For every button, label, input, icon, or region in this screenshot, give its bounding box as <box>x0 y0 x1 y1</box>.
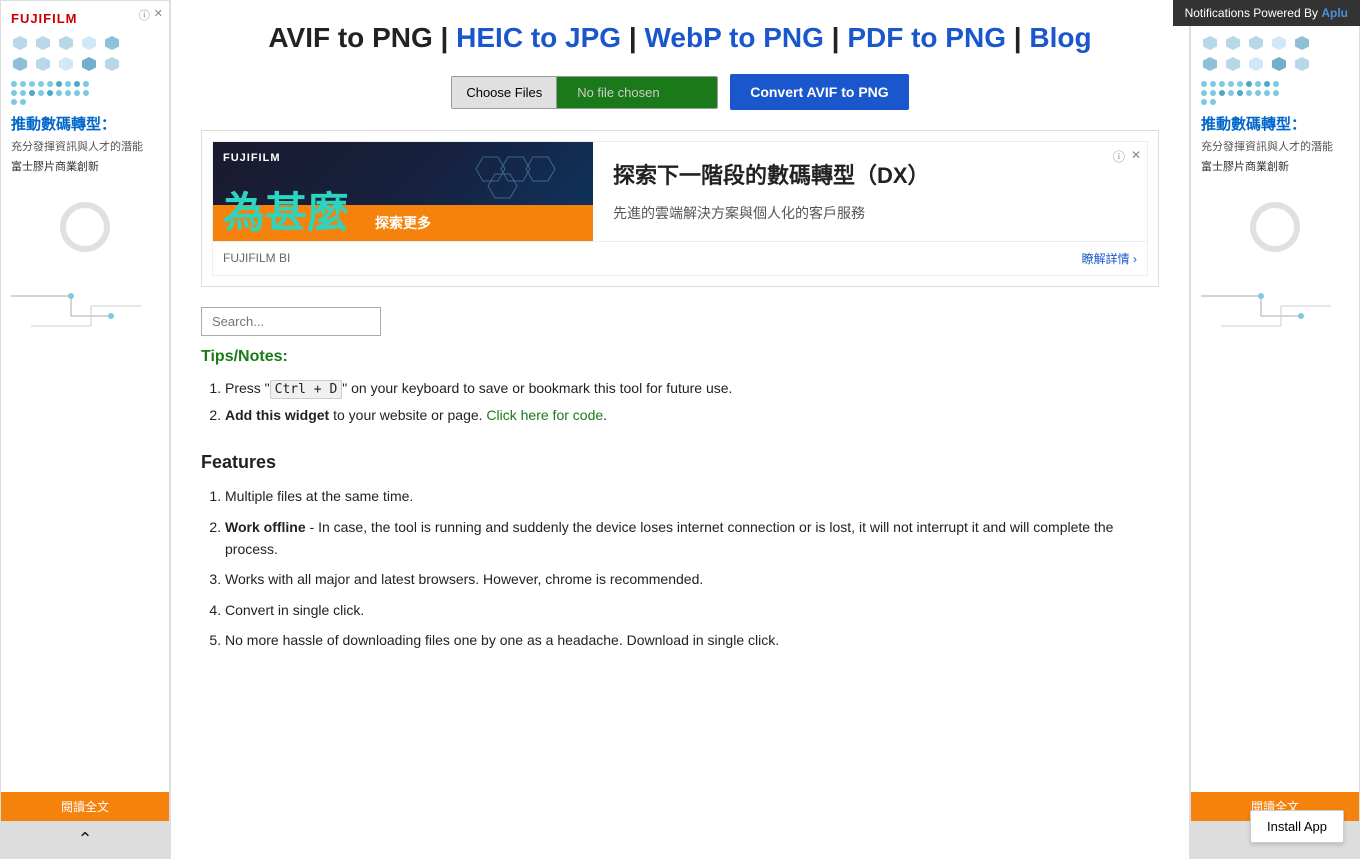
fuji-ad-logo: FUJIFILM <box>223 152 281 164</box>
left-scroll-up-button[interactable]: ⌃ <box>1 821 169 858</box>
tips-title: Tips/Notes: <box>201 348 1159 366</box>
right-ad-title: 推動數碼轉型： <box>1201 113 1306 134</box>
main-ad-controls: ⓘ ✕ <box>1113 148 1141 165</box>
fuji-ad-text-side: 探索下一階段的數碼轉型（DX） 先進的雲端解決方案與個人化的客戶服務 <box>593 142 1147 240</box>
right-ad-dot-decoration <box>1201 81 1281 105</box>
fuji-ad-company: FUJIFILM BI <box>223 251 290 265</box>
notification-bar: Notifications Powered By Aplu <box>1173 0 1360 26</box>
main-ad-banner: ⓘ ✕ FUJIFILM 為甚麼 富士膠片商業創新 <box>201 130 1159 286</box>
click-here-for-code-link[interactable]: Click here for code <box>486 407 603 423</box>
fuji-ad-headline: 探索下一階段的數碼轉型（DX） <box>613 158 1127 190</box>
file-input-wrapper: Choose Files No file chosen <box>451 76 718 109</box>
fuji-ad-big-text: 為甚麼 <box>223 192 349 234</box>
left-ad-subtitle: 充分發揮資訊與人才的潛能 <box>11 138 143 154</box>
search-input[interactable] <box>201 307 381 336</box>
right-ad-circuit-decoration <box>1201 276 1341 336</box>
search-area <box>201 307 1159 336</box>
tip-item-1: Press "Ctrl + D" on your keyboard to sav… <box>225 378 1159 400</box>
choose-files-button[interactable]: Choose Files <box>452 77 557 108</box>
tips-list: Press "Ctrl + D" on your keyboard to sav… <box>201 378 1159 433</box>
left-ad-hex-decoration <box>11 34 123 73</box>
main-ad-info-icon[interactable]: ⓘ <box>1113 148 1125 165</box>
webp-to-png-link[interactable]: WebP to PNG <box>644 22 823 53</box>
file-name-display: No file chosen <box>557 77 717 108</box>
left-ad-cta: 富士膠片商業創新 <box>11 158 99 174</box>
fuji-ad-image-side: FUJIFILM 為甚麼 富士膠片商業創新 能令企業脫穎而出？ 探索更多 <box>213 142 593 240</box>
pdf-to-png-link[interactable]: PDF to PNG <box>847 22 1006 53</box>
left-ad-info-icon[interactable]: ⓘ <box>139 7 150 23</box>
fuji-ad-inner: FUJIFILM 為甚麼 富士膠片商業創新 能令企業脫穎而出？ 探索更多 <box>213 142 1147 240</box>
install-app-button[interactable]: Install App <box>1250 810 1344 843</box>
right-sidebar-ad: ⓘ ✕ FUJIFILM <box>1190 0 1360 859</box>
fuji-ad-learn-more[interactable]: 瞭解詳情 › <box>1082 250 1137 267</box>
heic-to-jpg-link[interactable]: HEIC to JPG <box>456 22 621 53</box>
left-ad-title: 推動數碼轉型： <box>11 113 116 134</box>
feature-item-5: No more hassle of downloading files one … <box>225 629 1159 651</box>
left-ad-read-more-button[interactable]: 閱讀全文 <box>1 792 169 821</box>
feature-item-3: Works with all major and latest browsers… <box>225 568 1159 590</box>
main-content: AVIF to PNG | HEIC to JPG | WebP to PNG … <box>170 0 1190 859</box>
blog-link[interactable]: Blog <box>1029 22 1091 53</box>
fuji-ad-footer: FUJIFILM BI 瞭解詳情 › <box>213 241 1147 275</box>
convert-button[interactable]: Convert AVIF to PNG <box>730 74 908 110</box>
left-ad-badge: ⓘ ✕ <box>139 7 163 23</box>
feature-item-4: Convert in single click. <box>225 599 1159 621</box>
fuji-ad-description: 先進的雲端解決方案與個人化的客戶服務 <box>613 202 1127 224</box>
notification-text: Notifications Powered By <box>1185 6 1322 20</box>
fuji-ad-cta-label: 探索更多 <box>375 213 431 233</box>
left-sidebar-ad: ⓘ ✕ FUJIFILM <box>0 0 170 859</box>
features-list: Multiple files at the same time. Work of… <box>201 485 1159 659</box>
title-static: AVIF to PNG | <box>268 22 456 53</box>
left-ad-logo: FUJIFILM <box>11 11 78 26</box>
right-ad-hex-decoration <box>1201 34 1313 73</box>
tip-item-2: Add this widget to your website or page.… <box>225 405 1159 426</box>
page-title: AVIF to PNG | HEIC to JPG | WebP to PNG … <box>201 20 1159 56</box>
feature-item-2: Work offline - In case, the tool is runn… <box>225 516 1159 561</box>
left-ad-circle-graphic <box>60 202 110 252</box>
left-ad-circuit-decoration <box>11 276 151 336</box>
right-ad-circle-graphic <box>1250 202 1300 252</box>
notification-brand: Aplu <box>1321 6 1348 20</box>
key-combo: Ctrl + D <box>270 380 343 399</box>
fuji-ad: ⓘ ✕ FUJIFILM 為甚麼 富士膠片商業創新 <box>212 141 1148 275</box>
file-input-area: Choose Files No file chosen Convert AVIF… <box>201 74 1159 110</box>
left-ad-dot-decoration <box>11 81 91 105</box>
right-ad-cta: 富士膠片商業創新 <box>1201 158 1289 174</box>
features-title: Features <box>201 452 1159 473</box>
left-ad-close-icon[interactable]: ✕ <box>154 7 163 23</box>
feature-item-1: Multiple files at the same time. <box>225 485 1159 507</box>
main-ad-close-icon[interactable]: ✕ <box>1131 148 1141 165</box>
right-ad-subtitle: 充分發揮資訊與人才的潛能 <box>1201 138 1333 154</box>
